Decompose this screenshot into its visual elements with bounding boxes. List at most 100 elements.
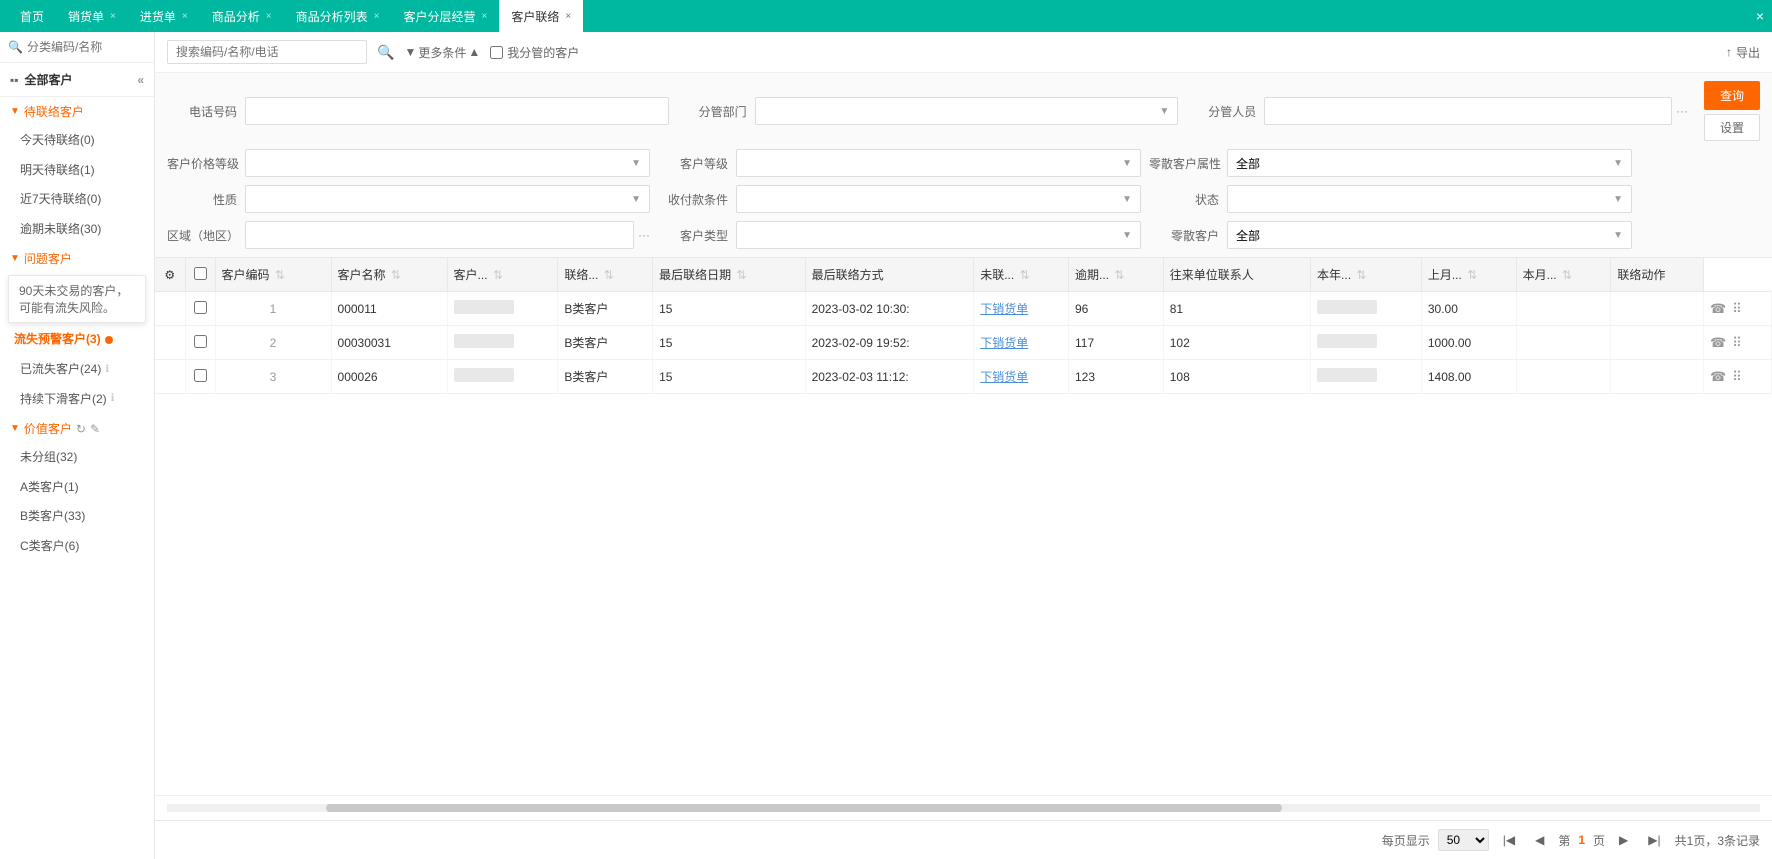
sidebar-item-a-class[interactable]: A类客户(1) [0, 473, 154, 503]
col-code[interactable]: 客户编码 ⇅ [215, 258, 331, 292]
tab-home[interactable]: 首页 [8, 0, 56, 32]
tab-purchase[interactable]: 进货单 × [128, 0, 200, 32]
col-type[interactable]: 客户... ⇅ [447, 258, 558, 292]
sidebar-all-customers[interactable]: ▪▪ 全部客户 « [0, 63, 154, 97]
filter-customer-tier-select[interactable]: ▼ [736, 149, 1141, 177]
filter-region-select[interactable] [245, 221, 634, 249]
sidebar-section-pending[interactable]: ▼ 待联络客户 [0, 97, 154, 126]
row-settings-icon[interactable] [155, 326, 185, 360]
filter-phone-input[interactable] [245, 97, 669, 125]
col-last-contact-date[interactable]: 最后联络日期 ⇅ [653, 258, 805, 292]
filter-status-label: 状态 [1149, 191, 1219, 208]
filter-retail-customer-select[interactable]: 全部 ▼ [1227, 221, 1632, 249]
filter-nature-select[interactable]: ▼ [245, 185, 650, 213]
filter-dept-label: 分管部门 [677, 103, 747, 120]
close-icon[interactable]: × [182, 11, 188, 22]
dots-icon[interactable]: ··· [638, 228, 650, 242]
col-this-month[interactable]: 本月... ⇅ [1516, 258, 1611, 292]
tooltip-churn-warning: 90天未交易的客户，可能有流失风险。 [8, 275, 146, 323]
col-contact[interactable]: 联络... ⇅ [558, 258, 653, 292]
row-last-contact-method[interactable]: 下销货单 [974, 326, 1069, 360]
last-page-button[interactable]: ▶| [1642, 831, 1666, 849]
refresh-icon[interactable]: ↻ [76, 422, 86, 436]
select-all-checkbox[interactable] [194, 267, 207, 280]
row-last-contact-method[interactable]: 下销货单 [974, 292, 1069, 326]
more-action-icon[interactable]: ⠿ [1732, 335, 1742, 351]
col-last-month[interactable]: 上月... ⇅ [1421, 258, 1516, 292]
filter-price-tier-select[interactable]: ▼ [245, 149, 650, 177]
col-overdue[interactable]: 逾期... ⇅ [1068, 258, 1163, 292]
close-icon[interactable]: × [374, 11, 380, 22]
sidebar-item-already-churned[interactable]: 已流失客户(24) ℹ [0, 355, 154, 385]
tab-sales[interactable]: 销货单 × [56, 0, 128, 32]
export-button[interactable]: ↑ 导出 [1726, 44, 1760, 61]
filter-retail-attr-select[interactable]: 全部 ▼ [1227, 149, 1632, 177]
sidebar-item-c-class[interactable]: C类客户(6) [0, 532, 154, 562]
col-unit-contact[interactable]: 往来单位联系人 [1163, 258, 1310, 292]
more-action-icon[interactable]: ⠿ [1732, 301, 1742, 317]
search-input[interactable] [167, 40, 367, 64]
row-last-contact-method[interactable]: 下销货单 [974, 360, 1069, 394]
col-this-year[interactable]: 本年... ⇅ [1311, 258, 1422, 292]
sidebar-search-input[interactable] [27, 40, 146, 54]
my-customers-checkbox-label[interactable]: 我分管的客户 [490, 44, 579, 61]
col-action: 联络动作 [1611, 258, 1704, 292]
sidebar-item-ungrouped[interactable]: 未分组(32) [0, 443, 154, 473]
close-icon[interactable]: × [266, 11, 272, 22]
close-icon[interactable]: × [110, 11, 116, 22]
prev-page-button[interactable]: ◀ [1529, 831, 1550, 849]
sidebar-item-churn-warning[interactable]: 流失预警客户(3) [0, 325, 154, 355]
next-page-button[interactable]: ▶ [1613, 831, 1634, 849]
filter-payment-select[interactable]: ▼ [736, 185, 1141, 213]
close-window-button[interactable]: × [1756, 8, 1764, 24]
filter-manager-select[interactable] [1264, 97, 1672, 125]
query-button[interactable]: 查询 [1704, 81, 1760, 110]
horizontal-scrollbar[interactable] [155, 795, 1772, 820]
sidebar-section-value[interactable]: ▼ 价值客户 ↻ ✎ [0, 414, 154, 443]
col-name[interactable]: 客户名称 ⇅ [331, 258, 447, 292]
row-last-month [1516, 360, 1611, 394]
row-checkbox[interactable] [194, 301, 207, 314]
contact-icon[interactable]: ☎ [1710, 301, 1726, 317]
sidebar-item-declining[interactable]: 持续下滑客户(2) ℹ [0, 385, 154, 415]
row-settings-icon[interactable] [155, 360, 185, 394]
sidebar-item-b-class[interactable]: B类客户(33) [0, 502, 154, 532]
sidebar-item-tomorrow-pending[interactable]: 明天待联络(1) [0, 156, 154, 186]
search-button[interactable]: 🔍 [377, 44, 394, 61]
sidebar-item-overdue-pending[interactable]: 逾期未联络(30) [0, 215, 154, 245]
per-page-label: 每页显示 [1382, 832, 1430, 849]
col-last-contact-method[interactable]: 最后联络方式 [805, 258, 974, 292]
row-checkbox[interactable] [194, 369, 207, 382]
tab-customer-contact[interactable]: 客户联络 × [499, 0, 583, 32]
per-page-select[interactable]: 50 20 100 [1438, 829, 1489, 851]
sidebar-section-problem[interactable]: ▼ 问题客户 [0, 244, 154, 273]
tab-customer-tier[interactable]: 客户分层经营 × [391, 0, 499, 32]
close-icon[interactable]: × [481, 11, 487, 22]
table-settings-col[interactable]: ⚙ [155, 258, 185, 292]
tab-goods-analysis[interactable]: 商品分析 × [200, 0, 284, 32]
tab-goods-analysis-list[interactable]: 商品分析列表 × [284, 0, 392, 32]
sidebar-item-7days-pending[interactable]: 近7天待联络(0) [0, 185, 154, 215]
edit-icon[interactable]: ✎ [90, 422, 100, 436]
filter-customer-type-select[interactable]: ▼ [736, 221, 1141, 249]
my-customers-checkbox[interactable] [490, 46, 503, 59]
row-number: 2 [215, 326, 331, 360]
sort-icon: ⇅ [1467, 268, 1477, 282]
row-checkbox[interactable] [194, 335, 207, 348]
table-checkbox-col[interactable] [185, 258, 215, 292]
dots-icon[interactable]: ··· [1676, 104, 1688, 118]
col-uncontacted[interactable]: 未联... ⇅ [974, 258, 1069, 292]
more-conditions-button[interactable]: ▼ 更多条件 ▲ [404, 44, 480, 61]
settings-button[interactable]: 设置 [1704, 114, 1760, 141]
filter-status-select[interactable]: ▼ [1227, 185, 1632, 213]
row-contact: 15 [653, 326, 805, 360]
scrollbar-thumb[interactable] [326, 804, 1282, 812]
close-icon[interactable]: × [565, 11, 571, 22]
row-settings-icon[interactable] [155, 292, 185, 326]
first-page-button[interactable]: |◀ [1497, 831, 1521, 849]
contact-icon[interactable]: ☎ [1710, 369, 1726, 385]
contact-icon[interactable]: ☎ [1710, 335, 1726, 351]
more-action-icon[interactable]: ⠿ [1732, 369, 1742, 385]
filter-dept-select[interactable]: ▼ [755, 97, 1179, 125]
sidebar-item-today-pending[interactable]: 今天待联络(0) [0, 126, 154, 156]
